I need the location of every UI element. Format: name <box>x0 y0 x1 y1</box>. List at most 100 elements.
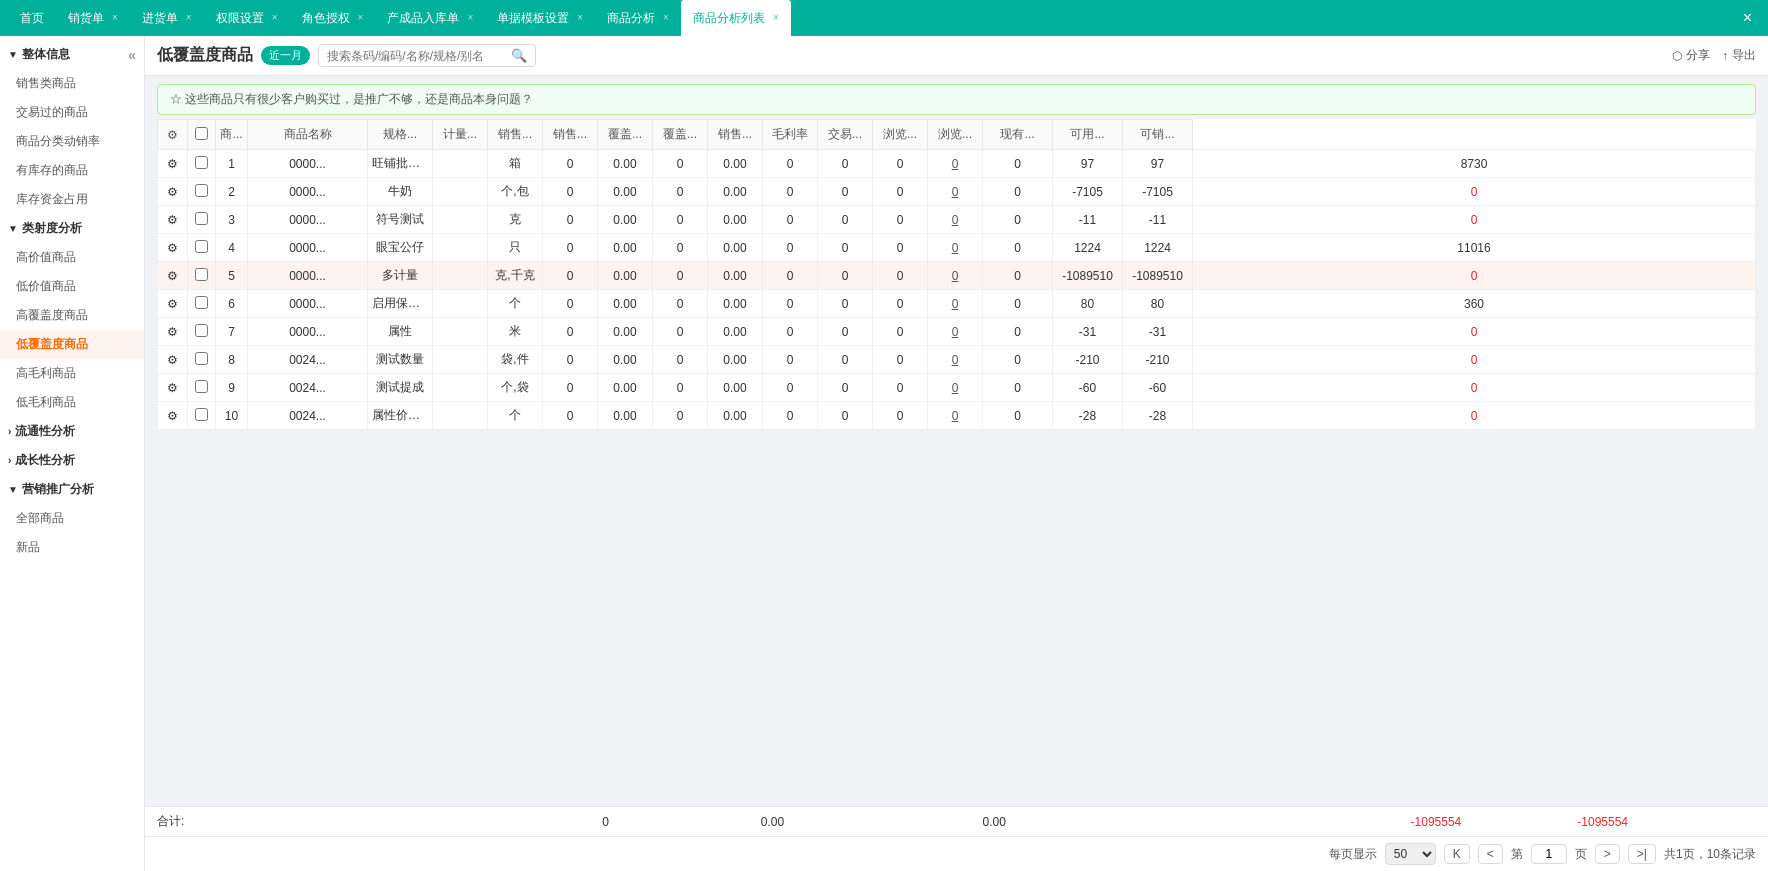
row-select-checkbox[interactable] <box>195 324 208 337</box>
row-gear[interactable]: ⚙ <box>158 290 188 318</box>
col-name[interactable]: 商品名称 <box>248 120 368 150</box>
row-view1[interactable]: 0 <box>928 318 983 346</box>
nav-sales[interactable]: 销货单 × <box>56 0 130 36</box>
share-button[interactable]: ⬡ 分享 <box>1672 47 1710 64</box>
row-view1[interactable]: 0 <box>928 346 983 374</box>
prev-page-button[interactable]: < <box>1478 844 1503 864</box>
row-select-checkbox[interactable] <box>195 184 208 197</box>
nav-product-in[interactable]: 产成品入库单 × <box>375 0 485 36</box>
col-checkbox[interactable] <box>188 120 216 150</box>
first-page-button[interactable]: K <box>1444 844 1470 864</box>
row-checkbox[interactable] <box>188 318 216 346</box>
time-filter-badge[interactable]: 近一月 <box>261 46 310 65</box>
col-cover2[interactable]: 覆盖... <box>653 120 708 150</box>
row-select-checkbox[interactable] <box>195 296 208 309</box>
col-sales2[interactable]: 销售... <box>543 120 598 150</box>
nav-permissions[interactable]: 权限设置 × <box>204 0 290 36</box>
sidebar-item-traded-goods[interactable]: 交易过的商品 <box>0 98 144 127</box>
window-close-button[interactable]: × <box>1735 9 1760 27</box>
row-select-checkbox[interactable] <box>195 240 208 253</box>
row-checkbox[interactable] <box>188 290 216 318</box>
nav-analysis-list[interactable]: 商品分析列表 × <box>681 0 791 36</box>
sidebar-item-high-profit[interactable]: 高毛利商品 <box>0 359 144 388</box>
nav-analysis[interactable]: 商品分析 × <box>595 0 681 36</box>
sidebar-section-overall[interactable]: ▼ 整体信息 « <box>0 40 144 69</box>
row-select-checkbox[interactable] <box>195 408 208 421</box>
row-view1[interactable]: 0 <box>928 234 983 262</box>
nav-close-purchase[interactable]: × <box>186 0 192 36</box>
sidebar-item-stock-capital[interactable]: 库存资金占用 <box>0 185 144 214</box>
sidebar-section-coverage[interactable]: ▼ 类射度分析 <box>0 214 144 243</box>
col-view2[interactable]: 浏览... <box>928 120 983 150</box>
row-view1[interactable]: 0 <box>928 262 983 290</box>
nav-close-roles[interactable]: × <box>358 0 364 36</box>
row-select-checkbox[interactable] <box>195 352 208 365</box>
col-gear[interactable]: ⚙ <box>158 120 188 150</box>
sidebar-item-high-coverage[interactable]: 高覆盖度商品 <box>0 301 144 330</box>
row-checkbox[interactable] <box>188 262 216 290</box>
row-gear[interactable]: ⚙ <box>158 262 188 290</box>
row-checkbox[interactable] <box>188 374 216 402</box>
col-trade[interactable]: 交易... <box>818 120 873 150</box>
sidebar-section-marketing[interactable]: ▼ 营销推广分析 <box>0 475 144 504</box>
select-all-checkbox[interactable] <box>195 127 208 140</box>
sidebar-collapse-btn[interactable]: « <box>128 47 136 63</box>
col-spec[interactable]: 规格... <box>368 120 433 150</box>
col-view1[interactable]: 浏览... <box>873 120 928 150</box>
sidebar-item-new-goods[interactable]: 新品 <box>0 533 144 562</box>
nav-close-analysis-list[interactable]: × <box>773 0 779 36</box>
row-view1[interactable]: 0 <box>928 290 983 318</box>
nav-template[interactable]: 单据模板设置 × <box>485 0 595 36</box>
col-sellable[interactable]: 可销... <box>1123 120 1193 150</box>
sidebar-item-sales-goods[interactable]: 销售类商品 <box>0 69 144 98</box>
col-cover1[interactable]: 覆盖... <box>598 120 653 150</box>
sidebar-item-category-rate[interactable]: 商品分类动销率 <box>0 127 144 156</box>
row-view1[interactable]: 0 <box>928 374 983 402</box>
col-current[interactable]: 现有... <box>983 120 1053 150</box>
row-checkbox[interactable] <box>188 150 216 178</box>
row-gear[interactable]: ⚙ <box>158 234 188 262</box>
nav-roles[interactable]: 角色授权 × <box>290 0 376 36</box>
sidebar-item-all-goods[interactable]: 全部商品 <box>0 504 144 533</box>
last-page-button[interactable]: >| <box>1628 844 1656 864</box>
nav-close-permissions[interactable]: × <box>272 0 278 36</box>
sidebar-section-flow[interactable]: › 流通性分析 <box>0 417 144 446</box>
nav-home[interactable]: 首页 <box>8 0 56 36</box>
row-gear[interactable]: ⚙ <box>158 318 188 346</box>
row-view1[interactable]: 0 <box>928 178 983 206</box>
nav-close-product-in[interactable]: × <box>467 0 473 36</box>
row-view1[interactable]: 0 <box>928 402 983 430</box>
row-checkbox[interactable] <box>188 402 216 430</box>
row-view1[interactable]: 0 <box>928 150 983 178</box>
page-input[interactable] <box>1531 844 1567 864</box>
sidebar-item-in-stock[interactable]: 有库存的商品 <box>0 156 144 185</box>
sidebar-item-low-profit[interactable]: 低毛利商品 <box>0 388 144 417</box>
col-avail[interactable]: 可用... <box>1053 120 1123 150</box>
per-page-select[interactable]: 50 20 100 <box>1385 843 1436 865</box>
next-page-button[interactable]: > <box>1595 844 1620 864</box>
row-checkbox[interactable] <box>188 206 216 234</box>
row-gear[interactable]: ⚙ <box>158 178 188 206</box>
row-gear[interactable]: ⚙ <box>158 150 188 178</box>
sidebar-item-low-coverage[interactable]: 低覆盖度商品 <box>0 330 144 359</box>
row-view1[interactable]: 0 <box>928 206 983 234</box>
nav-close-template[interactable]: × <box>577 0 583 36</box>
row-select-checkbox[interactable] <box>195 380 208 393</box>
row-gear[interactable]: ⚙ <box>158 402 188 430</box>
search-input[interactable] <box>327 49 507 63</box>
nav-close-sales[interactable]: × <box>112 0 118 36</box>
col-sales1[interactable]: 销售... <box>488 120 543 150</box>
row-checkbox[interactable] <box>188 178 216 206</box>
row-checkbox[interactable] <box>188 234 216 262</box>
export-button[interactable]: ↑ 导出 <box>1722 47 1756 64</box>
col-sales3[interactable]: 销售... <box>708 120 763 150</box>
nav-close-analysis[interactable]: × <box>663 0 669 36</box>
col-unit[interactable]: 计量... <box>433 120 488 150</box>
sidebar-item-low-value[interactable]: 低价值商品 <box>0 272 144 301</box>
row-gear[interactable]: ⚙ <box>158 346 188 374</box>
sidebar-item-high-value[interactable]: 高价值商品 <box>0 243 144 272</box>
row-select-checkbox[interactable] <box>195 156 208 169</box>
row-gear[interactable]: ⚙ <box>158 206 188 234</box>
row-select-checkbox[interactable] <box>195 212 208 225</box>
sidebar-section-growth[interactable]: › 成长性分析 <box>0 446 144 475</box>
